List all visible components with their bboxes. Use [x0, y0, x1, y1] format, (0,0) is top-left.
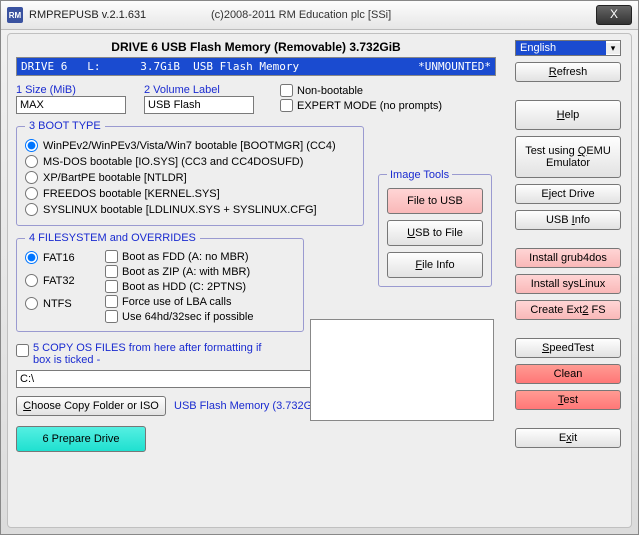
file-to-usb-button[interactable]: File to USB	[387, 188, 483, 214]
client-area: DRIVE 6 USB Flash Memory (Removable) 3.7…	[7, 33, 632, 528]
boot-syslinux[interactable]: SYSLINUX bootable [LDLINUX.SYS + SYSLINU…	[25, 203, 355, 216]
copyos-check[interactable]: 5 COPY OS FILES from here after formatti…	[16, 342, 266, 366]
grub-button[interactable]: Install grub4dos	[515, 248, 621, 268]
fdd-check[interactable]: Boot as FDD (A: no MBR)	[105, 250, 295, 263]
app-icon: RM	[7, 7, 23, 23]
choose-folder-button[interactable]: Choose Copy Folder or ISO	[16, 396, 166, 416]
syslinux-button[interactable]: Install sysLinux	[515, 274, 621, 294]
ext2-button[interactable]: Create Ext2 FS	[515, 300, 621, 320]
expert-check[interactable]: EXPERT MODE (no prompts)	[280, 99, 442, 112]
titlebar: RM RMPREPUSB v.2.1.631 (c)2008-2011 RM E…	[1, 1, 638, 30]
zip-check[interactable]: Boot as ZIP (A: with MBR)	[105, 265, 295, 278]
test-button[interactable]: Test	[515, 390, 621, 410]
boot-type-group: 3 BOOT TYPE WinPEv2/WinPEv3/Vista/Win7 b…	[16, 120, 364, 226]
exit-button[interactable]: Exit	[515, 428, 621, 448]
drive-status: *UNMOUNTED*	[418, 60, 491, 73]
output-box	[310, 319, 494, 421]
imgtools-legend: Image Tools	[387, 169, 452, 181]
boot-freedos[interactable]: FREEDOS bootable [KERNEL.SYS]	[25, 187, 355, 200]
eject-button[interactable]: Eject Drive	[515, 184, 621, 204]
copyright: (c)2008-2011 RM Education plc [SSi]	[211, 9, 391, 21]
speedtest-button[interactable]: SpeedTest	[515, 338, 621, 358]
volume-label: 2 Volume Label	[144, 84, 254, 96]
help-button[interactable]: Help	[515, 100, 621, 130]
fs-legend: 4 FILESYSTEM and OVERRIDES	[25, 232, 200, 244]
fs-fat16[interactable]: FAT16	[25, 251, 105, 264]
image-tools-group: Image Tools File to USB USB to File File…	[378, 174, 492, 287]
clean-button[interactable]: Clean	[515, 364, 621, 384]
boot-xp[interactable]: XP/BartPE bootable [NTLDR]	[25, 171, 355, 184]
fs-ntfs[interactable]: NTFS	[25, 297, 105, 310]
fs-fat32[interactable]: FAT32	[25, 274, 105, 287]
nonbootable-check[interactable]: Non-bootable	[280, 84, 442, 97]
qemu-button[interactable]: Test using QEMU Emulator	[515, 136, 621, 178]
size-label: 1 Size (MiB)	[16, 84, 126, 96]
refresh-button[interactable]: Refresh	[515, 62, 621, 82]
drive-list[interactable]: DRIVE 6 L: 3.7GiB USB Flash Memory *UNMO…	[16, 57, 496, 76]
app-title: RMPREPUSB v.2.1.631	[29, 9, 146, 21]
file-info-button[interactable]: File Info	[387, 252, 483, 278]
language-select[interactable]: English ▾	[515, 40, 621, 56]
close-button[interactable]: X	[596, 5, 632, 25]
language-value: English	[516, 41, 606, 55]
drive-header: DRIVE 6 USB Flash Memory (Removable) 3.7…	[16, 40, 496, 54]
hdd-check[interactable]: Boot as HDD (C: 2PTNS)	[105, 280, 295, 293]
volume-input[interactable]	[144, 96, 254, 114]
sec-check[interactable]: Use 64hd/32sec if possible	[105, 310, 295, 323]
size-input[interactable]	[16, 96, 126, 114]
drive-entry: DRIVE 6 L: 3.7GiB USB Flash Memory	[21, 60, 418, 73]
usb-to-file-button[interactable]: USB to File	[387, 220, 483, 246]
prepare-drive-button[interactable]: 6 Prepare Drive	[16, 426, 146, 452]
right-panel: English ▾ Refresh Help Test using QEMU E…	[515, 40, 621, 448]
filesystem-group: 4 FILESYSTEM and OVERRIDES FAT16 FAT32 N…	[16, 232, 304, 332]
lba-check[interactable]: Force use of LBA calls	[105, 295, 295, 308]
usbinfo-button[interactable]: USB Info	[515, 210, 621, 230]
chevron-down-icon: ▾	[606, 43, 620, 54]
boot-legend: 3 BOOT TYPE	[25, 120, 105, 132]
boot-winpe[interactable]: WinPEv2/WinPEv3/Vista/Win7 bootable [BOO…	[25, 139, 355, 152]
boot-msdos[interactable]: MS-DOS bootable [IO.SYS] (CC3 and CC4DOS…	[25, 155, 355, 168]
